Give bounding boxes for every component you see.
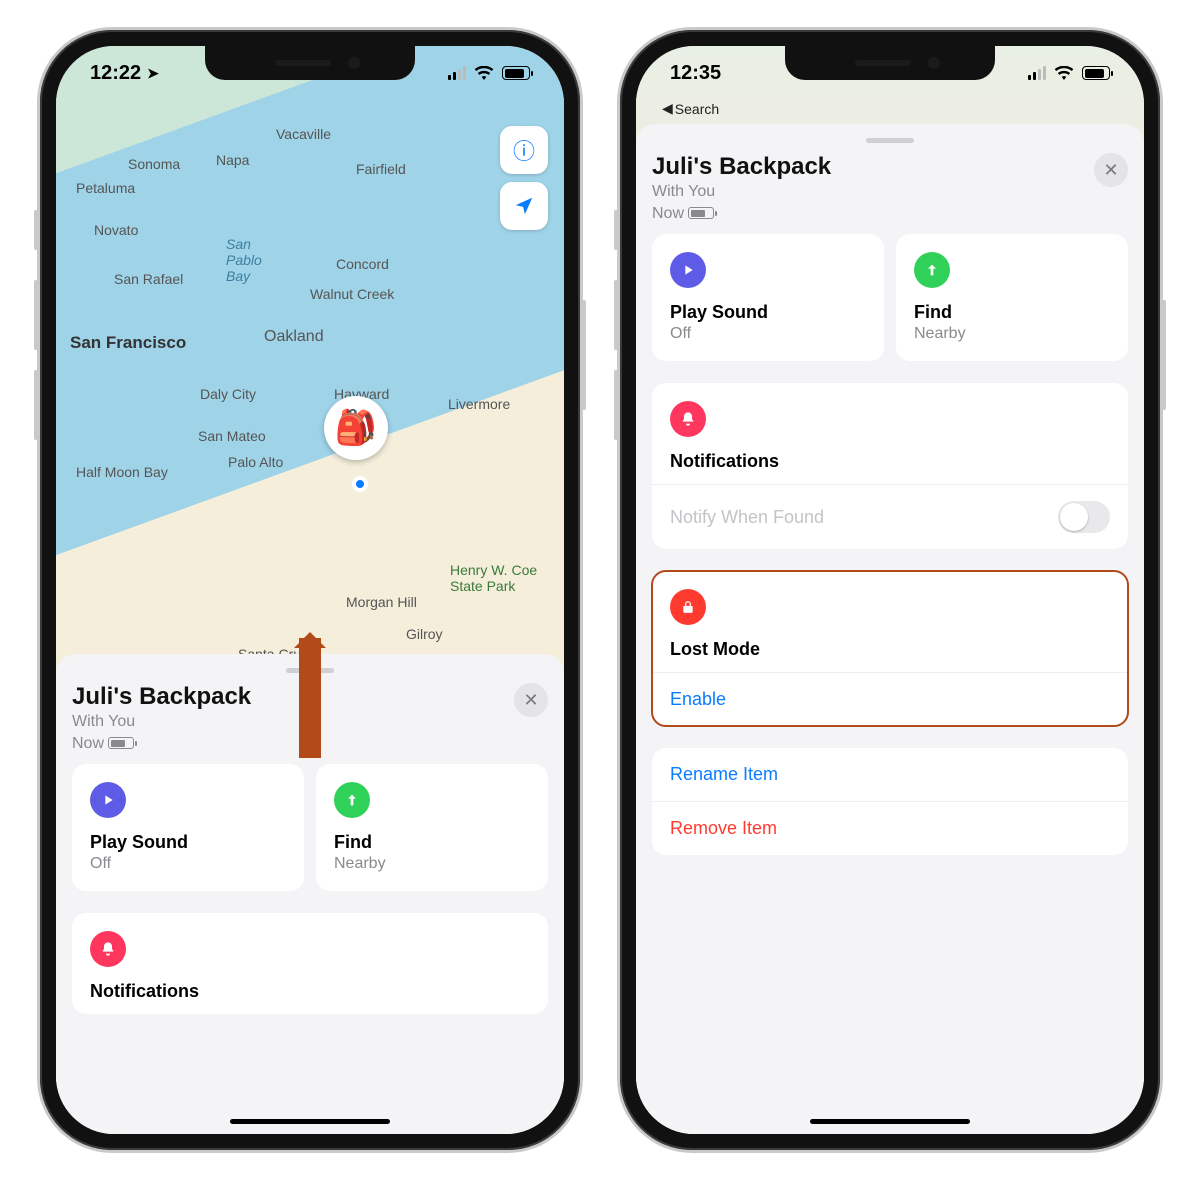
play-icon xyxy=(90,782,126,818)
item-status-now: Now xyxy=(72,735,104,752)
play-sound-card[interactable]: Play Sound Off xyxy=(72,764,304,891)
home-indicator[interactable] xyxy=(810,1119,970,1124)
wifi-icon xyxy=(474,66,494,80)
lost-mode-enable-row[interactable]: Enable xyxy=(652,672,1128,726)
sheet-grabber[interactable] xyxy=(866,138,914,143)
lost-mode-title: Lost Mode xyxy=(670,639,1110,660)
remove-item-row[interactable]: Remove Item xyxy=(652,801,1128,855)
rename-item-row[interactable]: Rename Item xyxy=(652,748,1128,801)
item-map-pin[interactable]: 🎒 xyxy=(324,396,388,460)
item-actions-section: Rename Item Remove Item xyxy=(652,748,1128,855)
battery-icon xyxy=(502,66,530,80)
notify-when-found-label: Notify When Found xyxy=(670,507,824,528)
notch xyxy=(785,46,995,80)
play-sound-sub: Off xyxy=(90,855,286,873)
find-card[interactable]: Find Nearby xyxy=(896,234,1128,361)
item-sheet-expanded[interactable]: Juli's Backpack With You Now ✕ Play Soun… xyxy=(636,124,1144,1134)
back-to-search[interactable]: ◀ Search xyxy=(662,100,719,117)
remove-label: Remove Item xyxy=(670,818,777,839)
item-battery-icon xyxy=(688,207,714,219)
home-indicator[interactable] xyxy=(230,1119,390,1124)
phone-right: 12:35 ◀ Search Juli's Backpack With You … xyxy=(620,30,1160,1150)
location-services-icon: ➤ xyxy=(147,65,159,82)
item-status-with-you: With You xyxy=(72,711,251,733)
item-status-now: Now xyxy=(652,205,684,222)
battery-icon xyxy=(1082,66,1110,80)
bell-icon xyxy=(90,931,126,967)
play-sound-label: Play Sound xyxy=(670,302,866,323)
notifications-title: Notifications xyxy=(670,451,1110,472)
play-sound-label: Play Sound xyxy=(90,832,286,853)
status-time: 12:35 xyxy=(670,62,721,85)
arrow-up-icon xyxy=(334,782,370,818)
find-card[interactable]: Find Nearby xyxy=(316,764,548,891)
cellular-icon xyxy=(448,66,466,80)
close-sheet-button[interactable]: ✕ xyxy=(514,683,548,717)
find-sub: Nearby xyxy=(914,325,1110,343)
item-status-with-you: With You xyxy=(652,181,831,203)
backpack-icon: 🎒 xyxy=(335,408,377,448)
map-recenter-button[interactable] xyxy=(500,182,548,230)
lost-mode-section: Lost Mode Enable xyxy=(652,571,1128,726)
play-icon xyxy=(670,252,706,288)
notch xyxy=(205,46,415,80)
find-sub: Nearby xyxy=(334,855,530,873)
wifi-icon xyxy=(1054,66,1074,80)
phone-left: 12:22 ➤ Vacaville Napa Sonoma Fairfield … xyxy=(40,30,580,1150)
map-info-button[interactable]: ⓘ xyxy=(500,126,548,174)
annotation-swipe-up-arrow xyxy=(299,638,321,758)
notify-when-found-toggle xyxy=(1058,501,1110,533)
play-sound-sub: Off xyxy=(670,325,866,343)
notifications-section: Notifications Notify When Found xyxy=(652,383,1128,549)
notifications-title: Notifications xyxy=(90,981,530,1002)
notifications-section: Notifications xyxy=(72,913,548,1014)
close-sheet-button[interactable]: ✕ xyxy=(1094,153,1128,187)
item-title: Juli's Backpack xyxy=(652,153,831,181)
item-battery-icon xyxy=(108,737,134,749)
play-sound-card[interactable]: Play Sound Off xyxy=(652,234,884,361)
item-sheet[interactable]: Juli's Backpack With You Now ✕ Play Soun… xyxy=(56,654,564,1134)
bell-icon xyxy=(670,401,706,437)
cellular-icon xyxy=(1028,66,1046,80)
user-location-dot xyxy=(352,476,368,492)
find-label: Find xyxy=(914,302,1110,323)
status-time: 12:22 xyxy=(90,62,141,85)
rename-label: Rename Item xyxy=(670,764,778,785)
notify-when-found-row: Notify When Found xyxy=(652,484,1128,549)
arrow-up-icon xyxy=(914,252,950,288)
enable-label: Enable xyxy=(670,689,726,710)
lock-icon xyxy=(670,589,706,625)
item-title: Juli's Backpack xyxy=(72,683,251,711)
find-label: Find xyxy=(334,832,530,853)
